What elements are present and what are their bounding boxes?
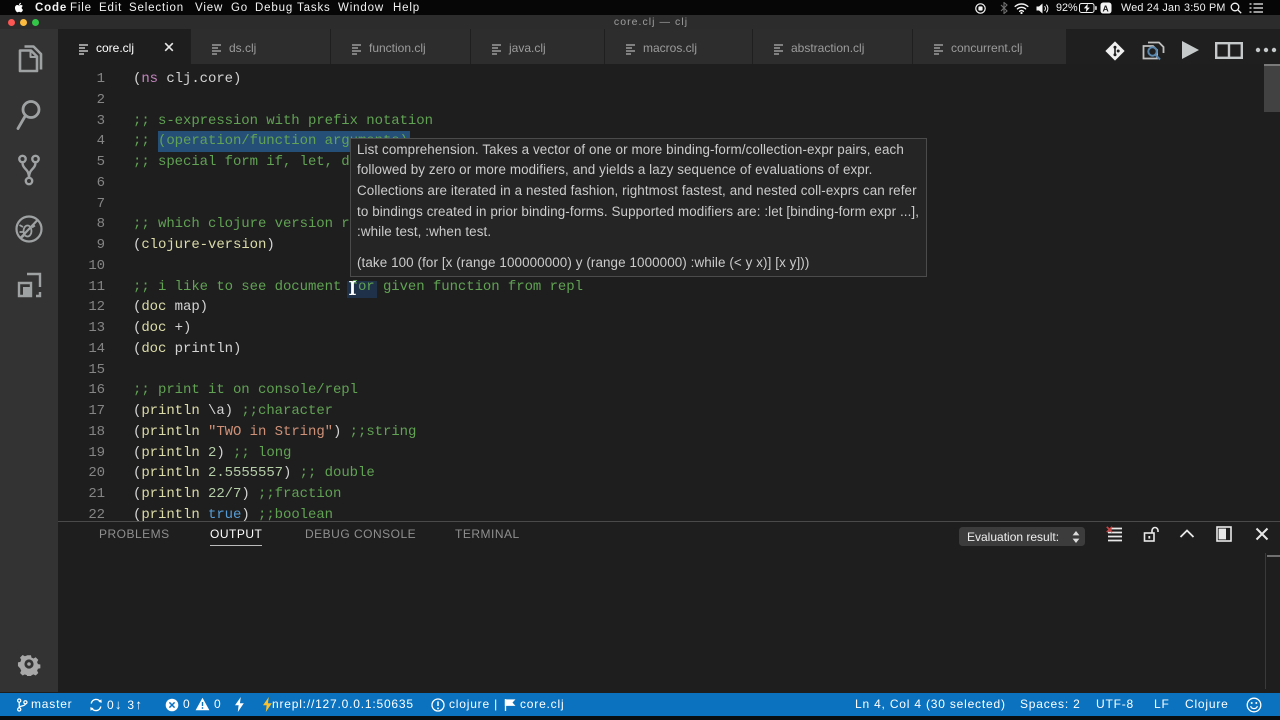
svg-text:A: A (1102, 3, 1109, 13)
